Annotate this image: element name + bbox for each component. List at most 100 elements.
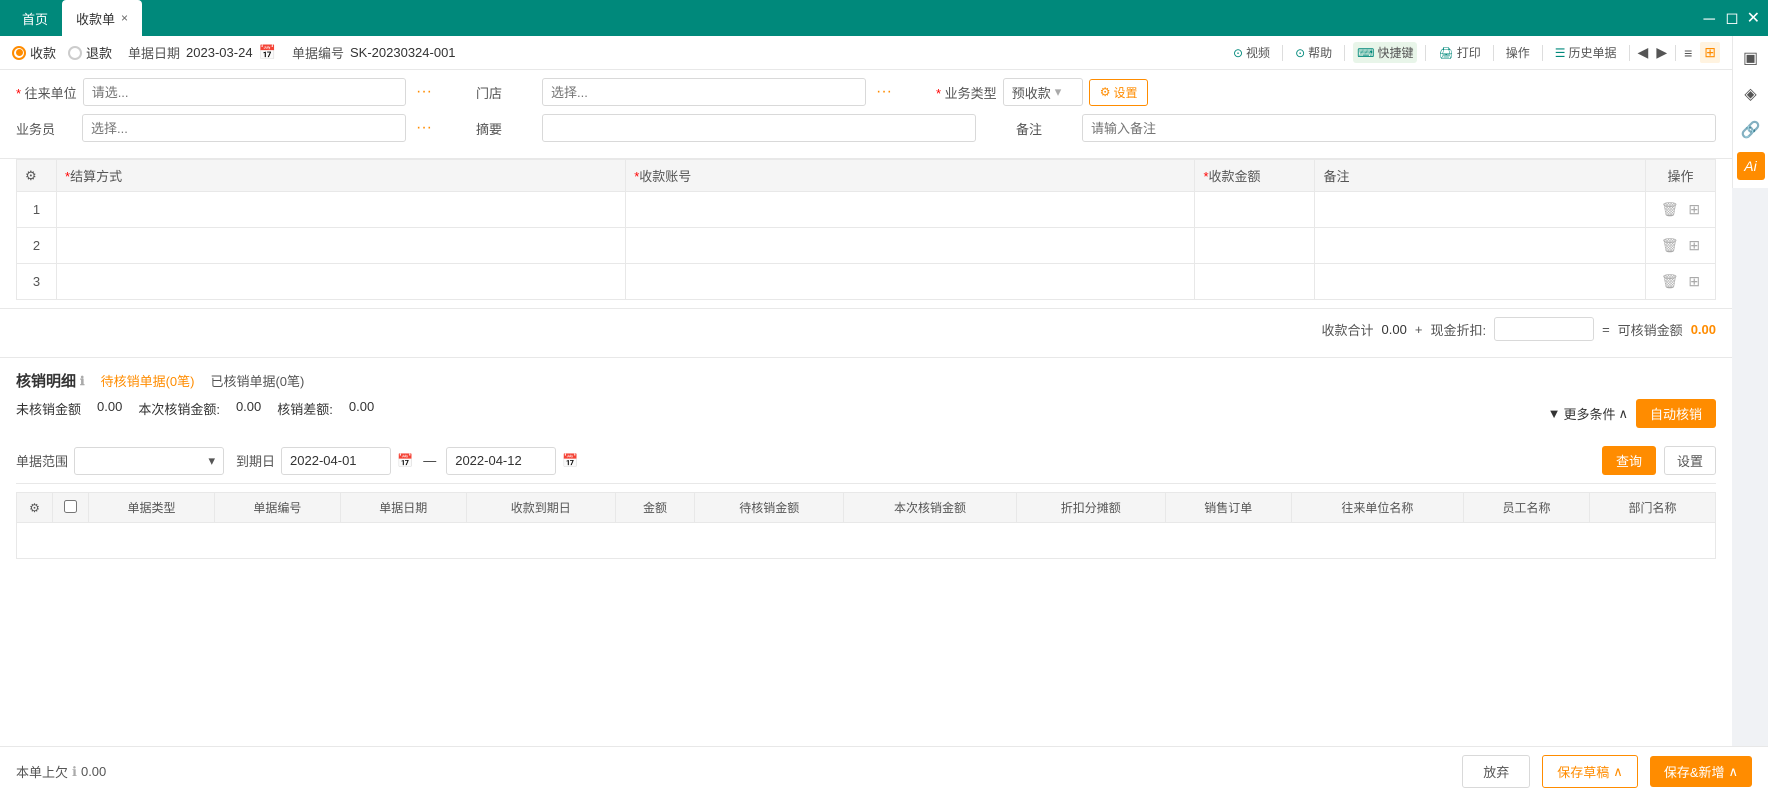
pending-tab[interactable]: 待核销单据(0笔) [101, 371, 195, 390]
row1-settlement[interactable] [57, 192, 626, 228]
total-label: 收款合计 [1322, 320, 1374, 339]
due-date-from[interactable] [281, 447, 391, 475]
video-btn[interactable]: ⊙ 视频 [1229, 42, 1274, 63]
operation-btn[interactable]: 操作 [1502, 42, 1534, 63]
date-value: 2023-03-24 [186, 45, 253, 60]
sidebar-ai-icon[interactable]: Ai [1737, 152, 1765, 180]
shortcut-btn[interactable]: ⌨ 快捷键 [1353, 42, 1417, 63]
business-type-label: 业务类型 [936, 83, 997, 102]
select-all-checkbox[interactable] [64, 500, 77, 513]
range-field: 单据范围 ▾ [16, 447, 224, 475]
row1-amount[interactable] [1195, 192, 1315, 228]
remark-input[interactable] [1082, 114, 1716, 142]
business-type-dropdown[interactable]: 预收款 ▾ [1003, 78, 1083, 106]
save-new-btn[interactable]: 保存&新增 ∧ [1650, 756, 1752, 787]
verify-section: 核销明细 ℹ 待核销单据(0笔) 已核销单据(0笔) 未核销金额 0.00 本次… [0, 357, 1732, 571]
staff-ellipsis[interactable]: ··· [412, 119, 436, 137]
sidebar-link-icon[interactable]: 🔗 [1737, 116, 1765, 144]
sidebar-table-icon[interactable]: ▣ [1737, 44, 1765, 72]
home-label: 首页 [22, 9, 48, 28]
range-select[interactable]: ▾ [74, 447, 224, 475]
bottom-th-company: 往来单位名称 [1291, 493, 1463, 523]
close-tab-icon[interactable]: × [121, 11, 128, 25]
toolbar: 收款 退款 单据日期 2023-03-24 📅 单据编号 SK-20230324… [0, 36, 1732, 70]
filter-icon: ▼ [1548, 406, 1561, 421]
help-btn[interactable]: ⊙ 帮助 [1291, 42, 1336, 63]
store-ellipsis[interactable]: ··· [872, 83, 896, 101]
date-from-calendar-icon[interactable]: 📅 [397, 453, 413, 469]
due-date-to[interactable] [446, 447, 556, 475]
row2-copy-icon[interactable]: ⊞ [1688, 237, 1700, 253]
sidebar-data-icon[interactable]: ◈ [1737, 80, 1765, 108]
row2-remark[interactable] [1315, 228, 1646, 264]
nav-left-icon[interactable]: ◀ [1638, 44, 1649, 61]
th-remark: 备注 [1315, 160, 1646, 192]
verify-header: 核销明细 ℹ 待核销单据(0笔) 已核销单据(0笔) [16, 370, 1716, 391]
table-row: 2 🗑 ⊞ [17, 228, 1716, 264]
query-btn[interactable]: 查询 [1602, 446, 1656, 475]
print-icon: 🖨 [1438, 46, 1453, 60]
company-field: 往来单位 ··· [16, 78, 436, 106]
row1-account[interactable] [626, 192, 1195, 228]
list-view-icon[interactable]: ≡ [1684, 45, 1692, 61]
divider6 [1629, 45, 1630, 61]
nav-right-icon[interactable]: ▶ [1656, 44, 1667, 61]
summary-input[interactable] [542, 114, 976, 142]
row3-remark[interactable] [1315, 264, 1646, 300]
receipt-type-radio: 收款 退款 [12, 43, 112, 62]
footer-info-icon[interactable]: ℹ [72, 764, 77, 780]
auto-cancel-btn[interactable]: 自动核销 [1636, 399, 1716, 428]
bottom-th-checkbox[interactable] [53, 493, 89, 523]
window-minimize-icon[interactable]: － [1701, 6, 1717, 30]
store-input[interactable] [542, 78, 866, 106]
row2-account[interactable] [626, 228, 1195, 264]
form-settings-btn[interactable]: ⚙ 设置 [1089, 79, 1149, 106]
company-ellipsis[interactable]: ··· [412, 83, 436, 101]
row3-account[interactable] [626, 264, 1195, 300]
grid-view-icon[interactable]: ⊞ [1700, 42, 1720, 63]
discount-input[interactable] [1494, 317, 1594, 341]
tuikuan-radio[interactable]: 退款 [68, 43, 112, 62]
video-icon: ⊙ [1233, 46, 1243, 60]
form-row-2: 业务员 ··· 摘要 备注 [16, 114, 1716, 142]
home-tab[interactable]: 首页 [8, 0, 62, 36]
calendar-icon[interactable]: 📅 [259, 44, 276, 61]
row3-delete-icon[interactable]: 🗑 [1661, 273, 1679, 289]
discount-label: 现金折扣: [1430, 320, 1486, 339]
print-btn[interactable]: 🖨 打印 [1434, 42, 1484, 63]
shoukuan-radio[interactable]: 收款 [12, 43, 56, 62]
abandon-btn[interactable]: 放弃 [1462, 755, 1530, 788]
bottom-th-pending: 待核销金额 [695, 493, 844, 523]
verify-info-icon[interactable]: ℹ [80, 374, 85, 388]
tuikuan-radio-circle [68, 46, 82, 60]
row1-remark[interactable] [1315, 192, 1646, 228]
history-btn[interactable]: ☰ 历史单据 [1551, 42, 1621, 63]
bottom-th-gear[interactable]: ⚙ [17, 493, 53, 523]
done-tab[interactable]: 已核销单据(0笔) [210, 371, 304, 390]
available-value: 0.00 [1691, 322, 1716, 337]
summary-field: 摘要 [476, 114, 976, 142]
window-restore-icon[interactable]: ◻ [1725, 8, 1738, 28]
filter-settings-btn[interactable]: 设置 [1664, 446, 1716, 475]
row2-delete-icon[interactable]: 🗑 [1661, 237, 1679, 253]
date-to-calendar-icon[interactable]: 📅 [562, 453, 578, 469]
row3-amount[interactable] [1195, 264, 1315, 300]
window-close-icon[interactable]: ✕ [1747, 8, 1760, 28]
row1-copy-icon[interactable]: ⊞ [1688, 201, 1700, 217]
save-draft-btn[interactable]: 保存草稿 ∧ [1542, 755, 1638, 788]
company-input[interactable] [83, 78, 406, 106]
table-gear-header[interactable]: ⚙ [17, 160, 57, 192]
staff-input[interactable] [82, 114, 406, 142]
due-date-label: 到期日 [236, 451, 275, 470]
row1-delete-icon[interactable]: 🗑 [1661, 201, 1679, 217]
row-num-3: 3 [17, 264, 57, 300]
more-conditions-btn[interactable]: ▼ 更多条件 ∧ [1548, 404, 1628, 423]
receipt-table: ⚙ *结算方式 *收款账号 *收款金额 备注 操作 [16, 159, 1716, 300]
top-nav: 首页 收款单 × － ◻ ✕ [0, 0, 1768, 36]
row2-settlement[interactable] [57, 228, 626, 264]
row2-amount[interactable] [1195, 228, 1315, 264]
table-row: 1 🗑 ⊞ [17, 192, 1716, 228]
row3-copy-icon[interactable]: ⊞ [1688, 273, 1700, 289]
receipt-tab[interactable]: 收款单 × [62, 0, 142, 36]
row3-settlement[interactable] [57, 264, 626, 300]
